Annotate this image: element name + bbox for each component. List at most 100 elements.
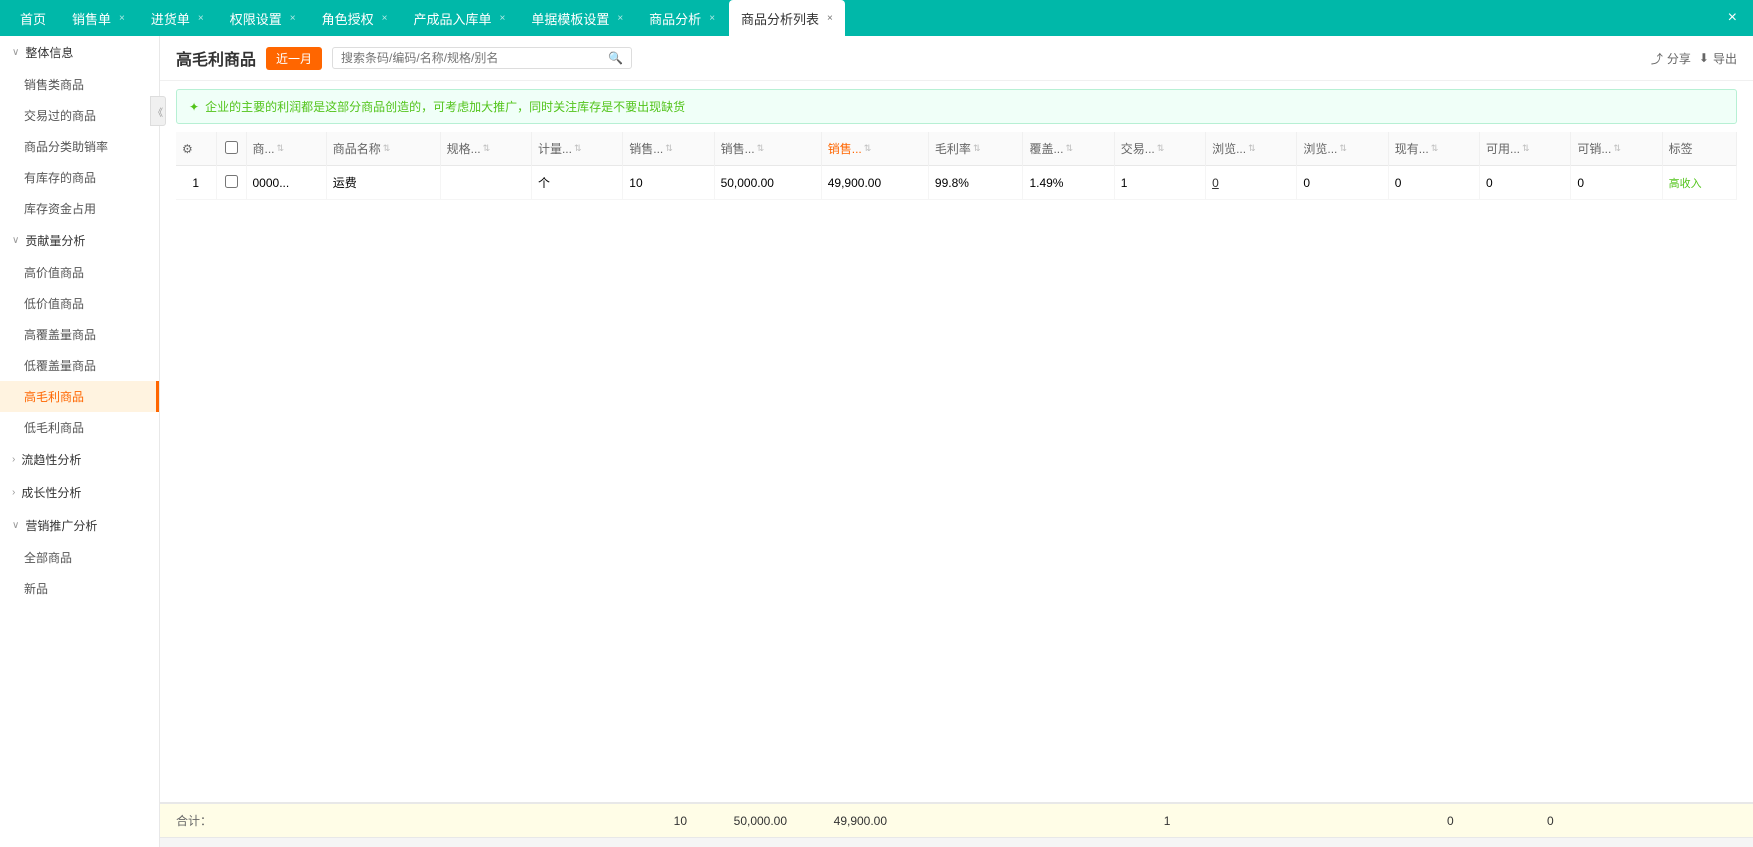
nav-role[interactable]: 角色授权 × [310, 0, 400, 36]
sidebar-group-trend[interactable]: › 流趋性分析 [0, 443, 159, 476]
expand-arrow-icon: ∨ [12, 520, 19, 531]
nav-home[interactable]: 首页 [8, 0, 58, 36]
expand-arrow-icon: › [12, 487, 15, 498]
nav-inbound[interactable]: 产成品入库单 × [401, 0, 517, 36]
sort-icon: ⇅ [757, 143, 765, 154]
time-filter-button[interactable]: 近一月 [266, 47, 322, 70]
sidebar: ∨ 整体信息 销售类商品 交易过的商品 商品分类助销率 有库存的商品 库存资金占… [0, 36, 160, 847]
row-browse2: 0 [1297, 166, 1388, 200]
row-name: 运费 [326, 166, 440, 200]
row-checkbox[interactable] [216, 166, 246, 200]
table-header-row: ⚙ 商... ⇅ 商品名称 [176, 132, 1737, 166]
window-close-button[interactable]: × [1720, 9, 1745, 27]
row-select-checkbox[interactable] [225, 175, 238, 188]
col-coverage[interactable]: 覆盖... ⇅ [1023, 132, 1114, 166]
footer-sale-amt: 50,000.00 [707, 814, 787, 828]
sidebar-item-high-value[interactable]: 高价值商品 [0, 257, 159, 288]
top-nav: 首页 销售单 × 进货单 × 权限设置 × 角色授权 × 产成品入库单 × 单据… [0, 0, 1753, 36]
footer-current: 0 [1374, 814, 1454, 828]
row-available: 0 [1480, 166, 1571, 200]
search-box: 🔍 [332, 47, 632, 69]
page-title: 高毛利商品 [176, 46, 256, 70]
sidebar-item-low-value[interactable]: 低价值商品 [0, 288, 159, 319]
col-transaction[interactable]: 交易... ⇅ [1114, 132, 1205, 166]
sidebar-item-high-coverage[interactable]: 高覆盖量商品 [0, 319, 159, 350]
nav-analysis-list[interactable]: 商品分析列表 × [729, 0, 845, 36]
row-sale-qty: 10 [623, 166, 714, 200]
col-saleable[interactable]: 可销... ⇅ [1571, 132, 1662, 166]
col-unit[interactable]: 计量... ⇅ [531, 132, 622, 166]
sort-icon: ⇅ [973, 143, 981, 154]
nav-template[interactable]: 单据模板设置 × [519, 0, 635, 36]
col-gross-margin[interactable]: 毛利率 ⇅ [928, 132, 1023, 166]
close-icon[interactable]: × [382, 13, 388, 24]
header-actions: ⤴ 分享 ⬇ 导出 [1651, 50, 1737, 67]
search-icon[interactable]: 🔍 [608, 51, 623, 65]
sidebar-item-low-coverage[interactable]: 低覆盖量商品 [0, 350, 159, 381]
horizontal-scrollbar[interactable] [160, 837, 1753, 847]
sidebar-item-high-margin[interactable]: 高毛利商品 [0, 381, 159, 412]
info-icon: ✦ [189, 100, 199, 114]
row-coverage: 1.49% [1023, 166, 1114, 200]
sidebar-group-growth[interactable]: › 成长性分析 [0, 476, 159, 509]
footer-available: 0 [1474, 814, 1554, 828]
row-browse1[interactable]: 0 [1206, 166, 1297, 200]
col-browse2[interactable]: 浏览... ⇅ [1297, 132, 1388, 166]
sort-icon: ⇅ [277, 143, 285, 154]
footer-label: 合计： [176, 812, 212, 829]
expand-arrow-icon: › [12, 454, 15, 465]
sidebar-item-all-goods[interactable]: 全部商品 [0, 542, 159, 573]
sidebar-item-sales-goods[interactable]: 销售类商品 [0, 69, 159, 100]
sidebar-group-contribution[interactable]: ∨ 贡献量分析 [0, 224, 159, 257]
footer-sale-qty: 10 [607, 814, 687, 828]
col-spec[interactable]: 规格... ⇅ [440, 132, 531, 166]
search-input[interactable] [341, 51, 608, 65]
col-checkbox[interactable] [216, 132, 246, 166]
col-sale-profit[interactable]: 销售... ⇅ [821, 132, 928, 166]
row-current: 0 [1388, 166, 1479, 200]
sort-icon: ⇅ [383, 143, 391, 154]
col-code[interactable]: 商... ⇅ [246, 132, 326, 166]
nav-purchase[interactable]: 进货单 × [139, 0, 216, 36]
sidebar-item-new-goods[interactable]: 新品 [0, 573, 159, 604]
nav-analysis[interactable]: 商品分析 × [637, 0, 727, 36]
export-button[interactable]: ⬇ 导出 [1699, 50, 1737, 67]
sidebar-group-marketing[interactable]: ∨ 营销推广分析 [0, 509, 159, 542]
col-browse1[interactable]: 浏览... ⇅ [1206, 132, 1297, 166]
sidebar-item-traded-goods[interactable]: 交易过的商品 [0, 100, 159, 131]
nav-sales[interactable]: 销售单 × [60, 0, 137, 36]
close-icon[interactable]: × [198, 13, 204, 24]
close-icon[interactable]: × [709, 13, 715, 24]
row-spec [440, 166, 531, 200]
col-name[interactable]: 商品名称 ⇅ [326, 132, 440, 166]
col-sale-amt[interactable]: 销售... ⇅ [714, 132, 821, 166]
footer-sale-profit: 49,900.00 [807, 814, 887, 828]
sort-icon: ⇅ [1431, 143, 1439, 154]
sidebar-item-category-assist[interactable]: 商品分类助销率 [0, 131, 159, 162]
col-tag[interactable]: 标签 [1662, 132, 1736, 166]
row-transaction: 1 [1114, 166, 1205, 200]
sort-icon: ⇅ [1065, 143, 1073, 154]
table-row: 1 0000... 运费 [176, 166, 1737, 200]
sort-icon: ⇅ [574, 143, 582, 154]
col-setting[interactable]: ⚙ [176, 132, 216, 166]
sidebar-item-inventory-capital[interactable]: 库存资金占用 [0, 193, 159, 224]
close-icon[interactable]: × [119, 13, 125, 24]
col-current[interactable]: 现有... ⇅ [1388, 132, 1479, 166]
row-gross-margin: 99.8% [928, 166, 1023, 200]
row-saleable: 0 [1571, 166, 1662, 200]
sidebar-item-low-margin[interactable]: 低毛利商品 [0, 412, 159, 443]
close-icon[interactable]: × [617, 13, 623, 24]
close-icon[interactable]: × [827, 13, 833, 24]
sidebar-group-overall[interactable]: ∨ 整体信息 [0, 36, 159, 69]
col-available[interactable]: 可用... ⇅ [1480, 132, 1571, 166]
sidebar-collapse-button[interactable]: 《 [150, 96, 166, 126]
share-button[interactable]: ⤴ 分享 [1651, 50, 1691, 67]
close-icon[interactable]: × [290, 13, 296, 24]
sort-icon: ⇅ [665, 143, 673, 154]
close-icon[interactable]: × [499, 13, 505, 24]
col-sale-qty[interactable]: 销售... ⇅ [623, 132, 714, 166]
sidebar-item-stocked[interactable]: 有库存的商品 [0, 162, 159, 193]
nav-permission[interactable]: 权限设置 × [218, 0, 308, 36]
select-all-checkbox[interactable] [225, 141, 238, 154]
